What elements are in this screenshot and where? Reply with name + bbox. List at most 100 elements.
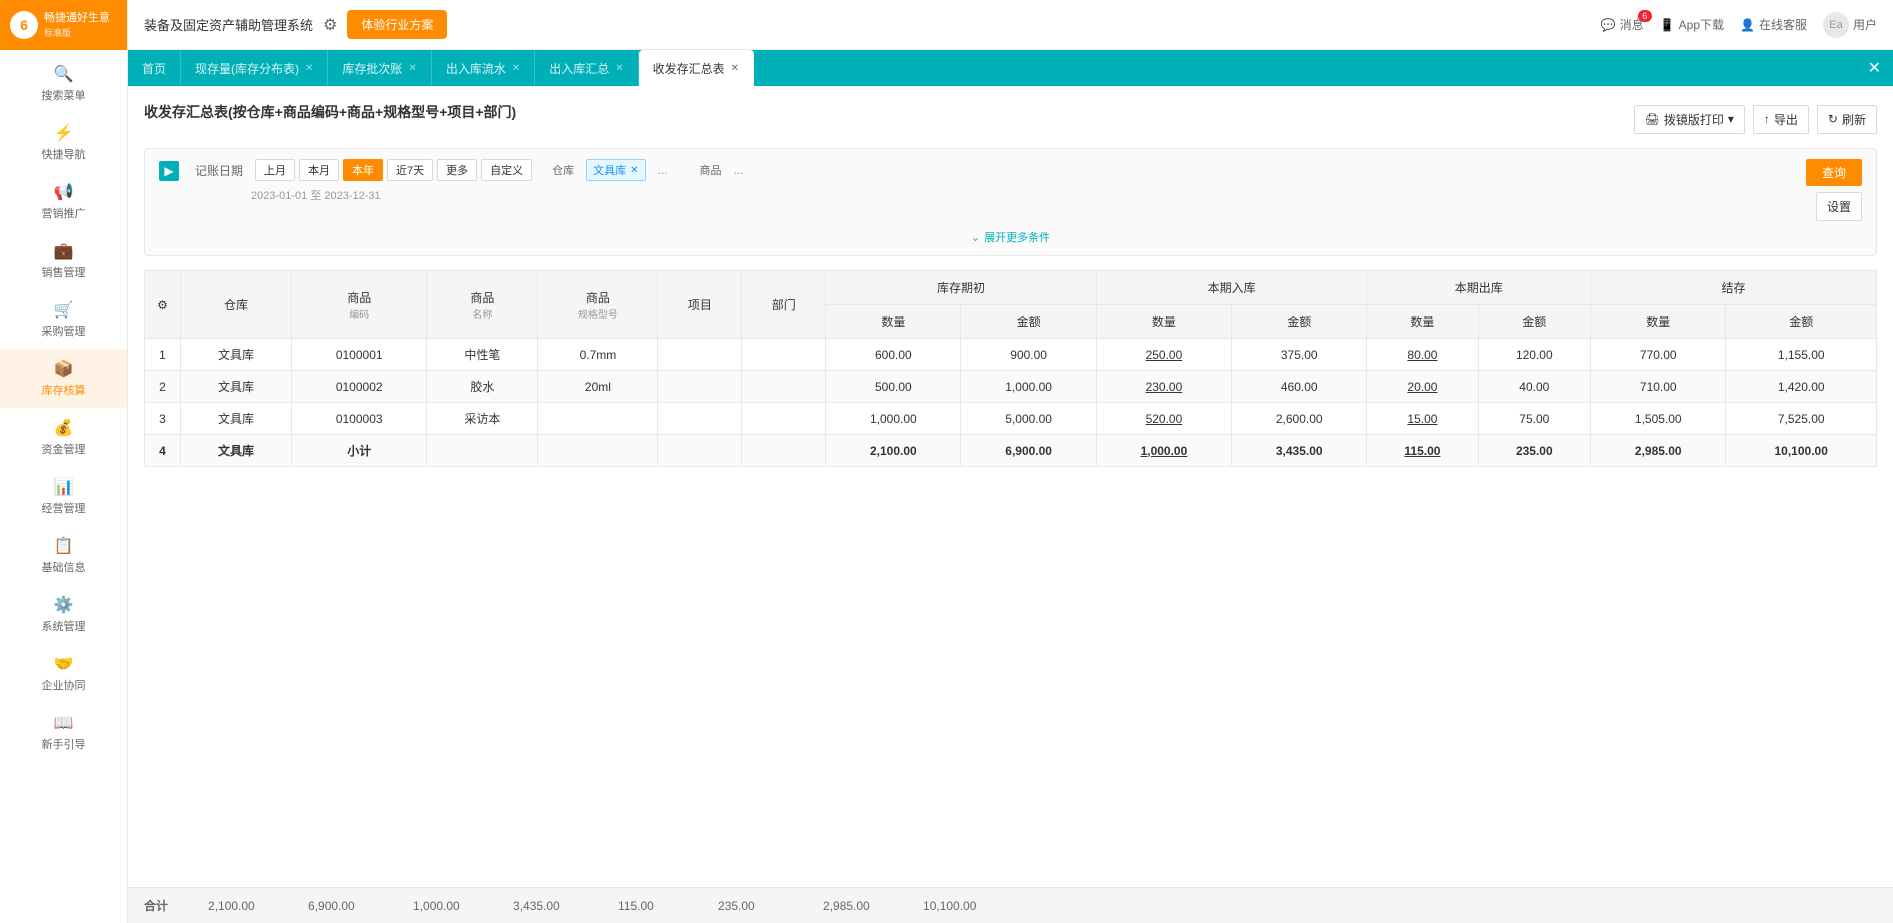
tab-bar-close-all[interactable]: ✕ <box>1856 58 1893 78</box>
subtotal-in-qty: 1,000.00 <box>1096 435 1231 467</box>
col-code-header: 商品 编码 <box>292 271 427 339</box>
row3-dept <box>742 403 826 435</box>
sidebar-item-search[interactable]: 🔍 搜索菜单 <box>0 54 127 113</box>
search-icon: 🔍 <box>54 64 74 84</box>
filter-ellipsis-1[interactable]: ... <box>658 163 668 177</box>
subtotal-opening-qty: 2,100.00 <box>826 435 961 467</box>
table-row: 3 文具库 0100003 采访本 1,000.00 5,000.00 520.… <box>145 403 1877 435</box>
date-btn-last-month[interactable]: 上月 <box>255 159 295 181</box>
total-balance-amt: 10,100.00 <box>923 899 1008 913</box>
row2-balance-qty: 710.00 <box>1591 371 1726 403</box>
tab-inout-flow[interactable]: 出入库流水 ✕ <box>432 50 535 86</box>
row1-out-qty: 80.00 <box>1367 339 1478 371</box>
table-wrapper: ⚙ 仓库 商品 编码 商品 名称 <box>144 270 1877 467</box>
tab-stock-dist-close[interactable]: ✕ <box>305 63 313 74</box>
sidebar-item-enterprise[interactable]: 🤝 企业协同 <box>0 644 127 703</box>
sidebar-item-marketing-label: 营销推广 <box>42 205 86 221</box>
sidebar-item-inventory[interactable]: 📦 库存核算 <box>0 349 127 408</box>
tab-batch[interactable]: 库存批次账 ✕ <box>328 50 431 86</box>
print-icon: 🖨 <box>1645 112 1660 126</box>
purchase-icon: 🛒 <box>54 300 74 320</box>
sidebar-item-finance[interactable]: 💰 资金管理 <box>0 408 127 467</box>
online-service-label: 在线客服 <box>1759 16 1807 33</box>
page-actions: 🖨 拨镜版打印 ▾ ↑ 导出 ↻ 刷新 <box>1634 105 1877 134</box>
row1-no: 1 <box>145 339 181 371</box>
experience-button[interactable]: 体验行业方案 <box>347 10 447 39</box>
total-balance-qty: 2,985.00 <box>823 899 903 913</box>
export-button[interactable]: ↑ 导出 <box>1753 105 1809 134</box>
sales-icon: 💼 <box>54 241 74 261</box>
settings-icon[interactable]: ⚙ <box>323 15 337 35</box>
subtotal-no: 4 <box>145 435 181 467</box>
sidebar-item-sales[interactable]: 💼 销售管理 <box>0 231 127 290</box>
row2-balance-amt: 1,420.00 <box>1726 371 1877 403</box>
settings-button[interactable]: 设置 <box>1816 192 1862 221</box>
date-btn-this-year[interactable]: 本年 <box>343 159 383 181</box>
query-button[interactable]: 查询 <box>1806 159 1862 186</box>
filter-ellipsis-2[interactable]: ... <box>734 163 744 177</box>
subtotal-row: 4 文具库 小计 2,100.00 6,900.00 1,000.00 <box>145 435 1877 467</box>
subtotal-empty3 <box>658 435 742 467</box>
online-service-item[interactable]: 👤 在线客服 <box>1740 16 1807 33</box>
row1-name: 中性笔 <box>427 339 538 371</box>
row3-no: 3 <box>145 403 181 435</box>
tab-recv-send-close[interactable]: ✕ <box>731 63 739 74</box>
expand-button[interactable]: ⌄ 展开更多条件 <box>971 229 1050 245</box>
app-download-item[interactable]: 📱 App下载 <box>1660 16 1724 33</box>
sidebar-item-sales-label: 销售管理 <box>42 264 86 280</box>
tab-batch-close[interactable]: ✕ <box>408 63 416 74</box>
print-button[interactable]: 🖨 拨镜版打印 ▾ <box>1634 105 1745 134</box>
sidebar-item-marketing[interactable]: 📢 营销推广 <box>0 172 127 231</box>
col-project-header: 项目 <box>658 271 742 339</box>
user-item[interactable]: Ea 用户 <box>1823 12 1877 38</box>
row2-opening-amt: 1,000.00 <box>961 371 1096 403</box>
subtotal-empty4 <box>742 435 826 467</box>
message-item[interactable]: 💬 消息 6 <box>1601 16 1644 33</box>
bottom-bar: 合计 2,100.00 6,900.00 1,000.00 3,435.00 1… <box>128 887 1893 923</box>
sidebar-item-basicinfo-label: 基础信息 <box>42 559 86 575</box>
date-btn-more[interactable]: 更多 <box>437 159 477 181</box>
tab-recv-send-label: 收发存汇总表 <box>653 60 725 77</box>
col-balance-amt-header: 金额 <box>1726 305 1877 339</box>
sidebar-item-newguide[interactable]: 📖 新手引导 <box>0 703 127 762</box>
tab-stock-distribution[interactable]: 现存量(库存分布表) ✕ <box>181 50 328 86</box>
table-settings-header[interactable]: ⚙ <box>145 271 181 339</box>
sidebar-item-finance-label: 资金管理 <box>42 441 86 457</box>
tab-home[interactable]: 首页 <box>128 50 181 86</box>
row1-warehouse: 文具库 <box>181 339 292 371</box>
tab-inout-summary-label: 出入库汇总 <box>549 60 609 77</box>
tab-recv-send-summary[interactable]: 收发存汇总表 ✕ <box>639 50 754 86</box>
warehouse-tag-close[interactable]: ✕ <box>630 165 638 176</box>
row2-spec: 20ml <box>538 371 658 403</box>
tab-inout-flow-label: 出入库流水 <box>446 60 506 77</box>
total-opening-qty: 2,100.00 <box>208 899 288 913</box>
filter-bar: ▶ 记账日期 上月 本月 本年 近7天 更多 <box>144 148 1877 256</box>
date-btn-7days[interactable]: 近7天 <box>387 159 433 181</box>
date-btn-this-month[interactable]: 本月 <box>299 159 339 181</box>
tab-inout-summary[interactable]: 出入库汇总 ✕ <box>535 50 638 86</box>
sidebar-item-quicknav[interactable]: ⚡ 快捷导航 <box>0 113 127 172</box>
col-balance-header: 结存 <box>1591 271 1877 305</box>
col-opening-header: 库存期初 <box>826 271 1097 305</box>
col-out-amt-header: 金额 <box>1478 305 1591 339</box>
sidebar-item-search-label: 搜索菜单 <box>42 87 86 103</box>
tab-inout-summary-close[interactable]: ✕ <box>615 63 623 74</box>
sidebar-item-basicinfo[interactable]: 📋 基础信息 <box>0 526 127 585</box>
collapse-arrow[interactable]: ▶ <box>159 161 179 181</box>
tab-inout-flow-close[interactable]: ✕ <box>512 63 520 74</box>
sidebar-item-system-label: 系统管理 <box>42 618 86 634</box>
avatar: Ea <box>1823 12 1849 38</box>
sidebar-item-purchase[interactable]: 🛒 采购管理 <box>0 290 127 349</box>
row1-balance-amt: 1,155.00 <box>1726 339 1877 371</box>
row2-out-amt: 40.00 <box>1478 371 1591 403</box>
col-name-header: 商品 名称 <box>427 271 538 339</box>
refresh-button[interactable]: ↻ 刷新 <box>1817 105 1877 134</box>
subtotal-empty1 <box>427 435 538 467</box>
total-in-amt: 3,435.00 <box>513 899 598 913</box>
sidebar-item-management[interactable]: 📊 经营管理 <box>0 467 127 526</box>
date-btn-custom[interactable]: 自定义 <box>481 159 532 181</box>
basicinfo-icon: 📋 <box>54 536 74 556</box>
inventory-icon: 📦 <box>54 359 74 379</box>
app-download-label: App下载 <box>1679 16 1724 33</box>
sidebar-item-system[interactable]: ⚙️ 系统管理 <box>0 585 127 644</box>
